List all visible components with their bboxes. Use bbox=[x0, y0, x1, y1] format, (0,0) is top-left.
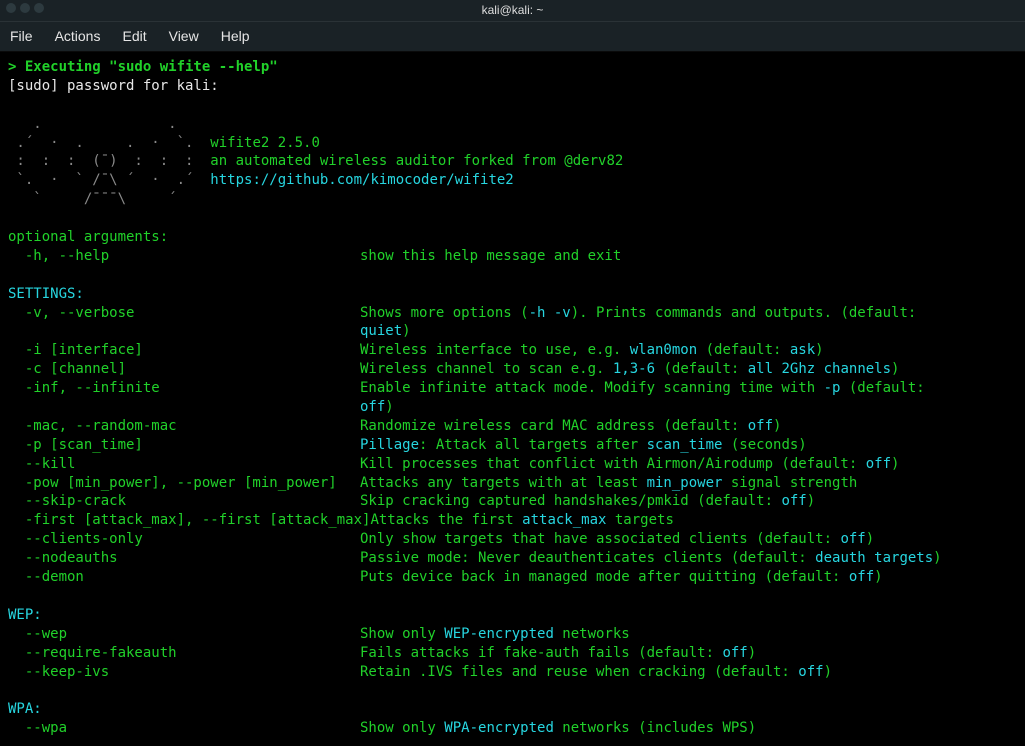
window-titlebar: kali@kali: ~ bbox=[0, 0, 1025, 22]
opt-demon-flag: --demon bbox=[25, 569, 84, 585]
menu-actions[interactable]: Actions bbox=[55, 27, 101, 46]
opt-wpa-flag: --wpa bbox=[25, 720, 67, 736]
section-wpa: WPA: bbox=[8, 701, 42, 717]
terminal-pane[interactable]: > Executing "sudo wifite --help" [sudo] … bbox=[0, 52, 1025, 746]
banner-desc: an automated wireless auditor forked fro… bbox=[210, 153, 623, 169]
menu-edit[interactable]: Edit bbox=[122, 27, 146, 46]
section-optargs: optional arguments: bbox=[8, 229, 168, 245]
opt-pillage-flag: -p [scan_time] bbox=[25, 437, 143, 453]
opt-inf-flag: -inf, --infinite bbox=[25, 380, 160, 396]
opt-verbose-flag: -v, --verbose bbox=[25, 305, 135, 321]
opt-clients-flag: --clients-only bbox=[25, 531, 143, 547]
section-wep: WEP: bbox=[8, 607, 42, 623]
ascii-art-l5: ` /¯¯¯\ ´ bbox=[8, 191, 210, 207]
banner-version: wifite2 2.5.0 bbox=[210, 135, 320, 151]
terminal-output: > Executing "sudo wifite --help" [sudo] … bbox=[8, 58, 1017, 738]
opt-kill-flag: --kill bbox=[25, 456, 76, 472]
menu-file[interactable]: File bbox=[10, 27, 33, 46]
opt-mac-flag: -mac, --random-mac bbox=[25, 418, 177, 434]
opt-chan-flag: -c [channel] bbox=[25, 361, 126, 377]
opt-keepivs-flag: --keep-ivs bbox=[25, 664, 109, 680]
ascii-art-l1: . . bbox=[8, 116, 210, 132]
menu-view[interactable]: View bbox=[169, 27, 199, 46]
opt-iface-flag: -i [interface] bbox=[25, 342, 143, 358]
ascii-art-l4: `. · ` /¯\ ´ · .´ bbox=[8, 172, 210, 188]
opt-wep-flag: --wep bbox=[25, 626, 67, 642]
sudo-prompt: [sudo] password for kali: bbox=[8, 78, 219, 94]
menu-help[interactable]: Help bbox=[221, 27, 250, 46]
menubar: File Actions Edit View Help bbox=[0, 22, 1025, 52]
opt-pow-flag: -pow [min_power], --power [min_power] bbox=[25, 475, 337, 491]
opt-help-flag: -h, --help bbox=[25, 248, 109, 264]
opt-fakeauth-flag: --require-fakeauth bbox=[25, 645, 177, 661]
opt-first-flag: -first [attack_max], --first [attack_max… bbox=[25, 512, 371, 528]
exec-line: > Executing "sudo wifite --help" bbox=[8, 59, 278, 75]
opt-help-desc: show this help message and exit bbox=[360, 248, 621, 264]
ascii-art-l3: : : : (¯) : : : bbox=[8, 153, 210, 169]
opt-skip-flag: --skip-crack bbox=[25, 493, 126, 509]
ascii-art-l2: .´ · . . · `. bbox=[8, 135, 210, 151]
window-controls[interactable] bbox=[6, 3, 44, 13]
opt-nodeauths-flag: --nodeauths bbox=[25, 550, 118, 566]
window-title: kali@kali: ~ bbox=[482, 2, 544, 18]
section-settings: SETTINGS: bbox=[8, 286, 84, 302]
banner-url: https://github.com/kimocoder/wifite2 bbox=[210, 172, 513, 188]
